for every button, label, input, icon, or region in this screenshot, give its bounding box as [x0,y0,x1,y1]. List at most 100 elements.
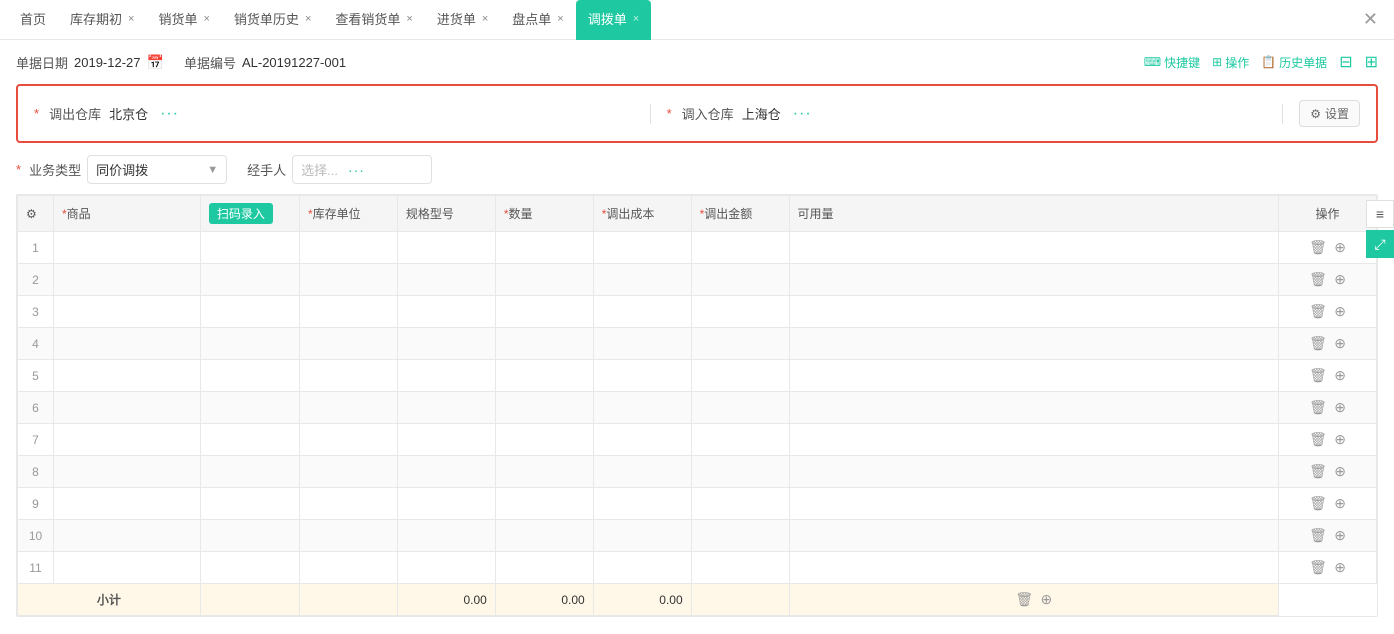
copy-icon[interactable]: ⊕ [1332,239,1348,255]
row-spec[interactable] [397,456,495,488]
row-qty[interactable] [495,360,593,392]
row-spec[interactable] [397,360,495,392]
row-qty[interactable] [495,328,593,360]
row-product[interactable] [54,328,201,360]
in-warehouse-dots[interactable]: ··· [789,105,816,123]
sidebar-list-button[interactable]: ≡ [1366,200,1394,228]
row-qty[interactable] [495,392,593,424]
business-type-select[interactable]: 同价调拨 ▼ [87,155,227,184]
handler-dots[interactable]: ··· [344,162,369,178]
row-product[interactable] [54,424,201,456]
row-qty[interactable] [495,488,593,520]
row-product[interactable] [54,488,201,520]
row-cost[interactable] [593,552,691,584]
row-cost[interactable] [593,264,691,296]
row-unit[interactable] [300,552,398,584]
row-qty[interactable] [495,424,593,456]
row-unit[interactable] [300,296,398,328]
row-product[interactable] [54,264,201,296]
row-product[interactable] [54,392,201,424]
row-product[interactable] [54,360,201,392]
row-unit[interactable] [300,264,398,296]
subtotal-delete-icon[interactable]: 🗑 [1013,591,1035,607]
delete-icon[interactable]: 🗑 [1307,271,1329,287]
row-cost[interactable] [593,360,691,392]
row-unit[interactable] [300,456,398,488]
row-spec[interactable] [397,520,495,552]
row-cost[interactable] [593,296,691,328]
row-amount[interactable] [691,552,789,584]
row-amount[interactable] [691,264,789,296]
row-amount[interactable] [691,392,789,424]
row-spec[interactable] [397,488,495,520]
row-qty[interactable] [495,232,593,264]
tab-close-purchase-order[interactable]: × [482,13,488,25]
tab-transfer[interactable]: 调拨单× [576,0,651,40]
tab-close-inventory-check[interactable]: × [557,13,563,25]
out-warehouse-dots[interactable]: ··· [156,105,183,123]
tab-sales-order[interactable]: 销货单× [146,0,221,40]
handler-select[interactable]: 选择... ··· [292,155,432,184]
copy-icon[interactable]: ⊕ [1332,271,1348,287]
tab-home[interactable]: 首页 [8,0,58,40]
row-product[interactable] [54,296,201,328]
sidebar-expand-button[interactable]: ⤢ [1366,230,1394,258]
row-amount[interactable] [691,328,789,360]
row-unit[interactable] [300,424,398,456]
tab-sales-history[interactable]: 销货单历史× [222,0,323,40]
row-cost[interactable] [593,488,691,520]
delete-icon[interactable]: 🗑 [1307,463,1329,479]
tab-inventory-init[interactable]: 库存期初× [58,0,146,40]
row-qty[interactable] [495,552,593,584]
delete-icon[interactable]: 🗑 [1307,399,1329,415]
copy-icon[interactable]: ⊕ [1332,431,1348,447]
row-unit[interactable] [300,360,398,392]
delete-icon[interactable]: 🗑 [1307,367,1329,383]
tab-close-transfer[interactable]: × [633,13,639,25]
delete-icon[interactable]: 🗑 [1307,559,1329,575]
tab-close-view-sales[interactable]: × [406,13,412,25]
row-amount[interactable] [691,232,789,264]
row-cost[interactable] [593,392,691,424]
operations-button[interactable]: ⊞ 操作 [1212,54,1249,71]
row-amount[interactable] [691,360,789,392]
history-button[interactable]: 📋 历史单据 [1261,54,1327,71]
tab-view-sales[interactable]: 查看销货单× [323,0,424,40]
calendar-icon[interactable]: 📅 [147,54,164,71]
row-product[interactable] [54,456,201,488]
row-amount[interactable] [691,296,789,328]
tab-close-inventory-init[interactable]: × [128,13,134,25]
copy-icon[interactable]: ⊕ [1332,495,1348,511]
row-cost[interactable] [593,232,691,264]
row-qty[interactable] [495,264,593,296]
copy-icon[interactable]: ⊕ [1332,399,1348,415]
th-gear[interactable]: ⚙ [18,196,54,232]
row-amount[interactable] [691,488,789,520]
tab-purchase-order[interactable]: 进货单× [425,0,500,40]
row-qty[interactable] [495,296,593,328]
row-unit[interactable] [300,392,398,424]
row-spec[interactable] [397,264,495,296]
row-amount[interactable] [691,456,789,488]
row-unit[interactable] [300,488,398,520]
copy-icon[interactable]: ⊕ [1332,367,1348,383]
row-product[interactable] [54,520,201,552]
copy-icon[interactable]: ⊕ [1332,303,1348,319]
subtotal-copy-icon[interactable]: ⊕ [1038,591,1054,607]
copy-icon[interactable]: ⊕ [1332,335,1348,351]
row-cost[interactable] [593,520,691,552]
table-list-button[interactable]: ⊞ [1365,52,1378,72]
delete-icon[interactable]: 🗑 [1307,495,1329,511]
row-qty[interactable] [495,520,593,552]
row-unit[interactable] [300,328,398,360]
tab-inventory-check[interactable]: 盘点单× [500,0,575,40]
row-cost[interactable] [593,328,691,360]
delete-icon[interactable]: 🗑 [1307,527,1329,543]
settings-button[interactable]: ⚙ 设置 [1299,100,1360,127]
delete-icon[interactable]: 🗑 [1307,303,1329,319]
row-spec[interactable] [397,552,495,584]
copy-icon[interactable]: ⊕ [1332,559,1348,575]
row-product[interactable] [54,232,201,264]
row-amount[interactable] [691,520,789,552]
delete-icon[interactable]: 🗑 [1307,431,1329,447]
